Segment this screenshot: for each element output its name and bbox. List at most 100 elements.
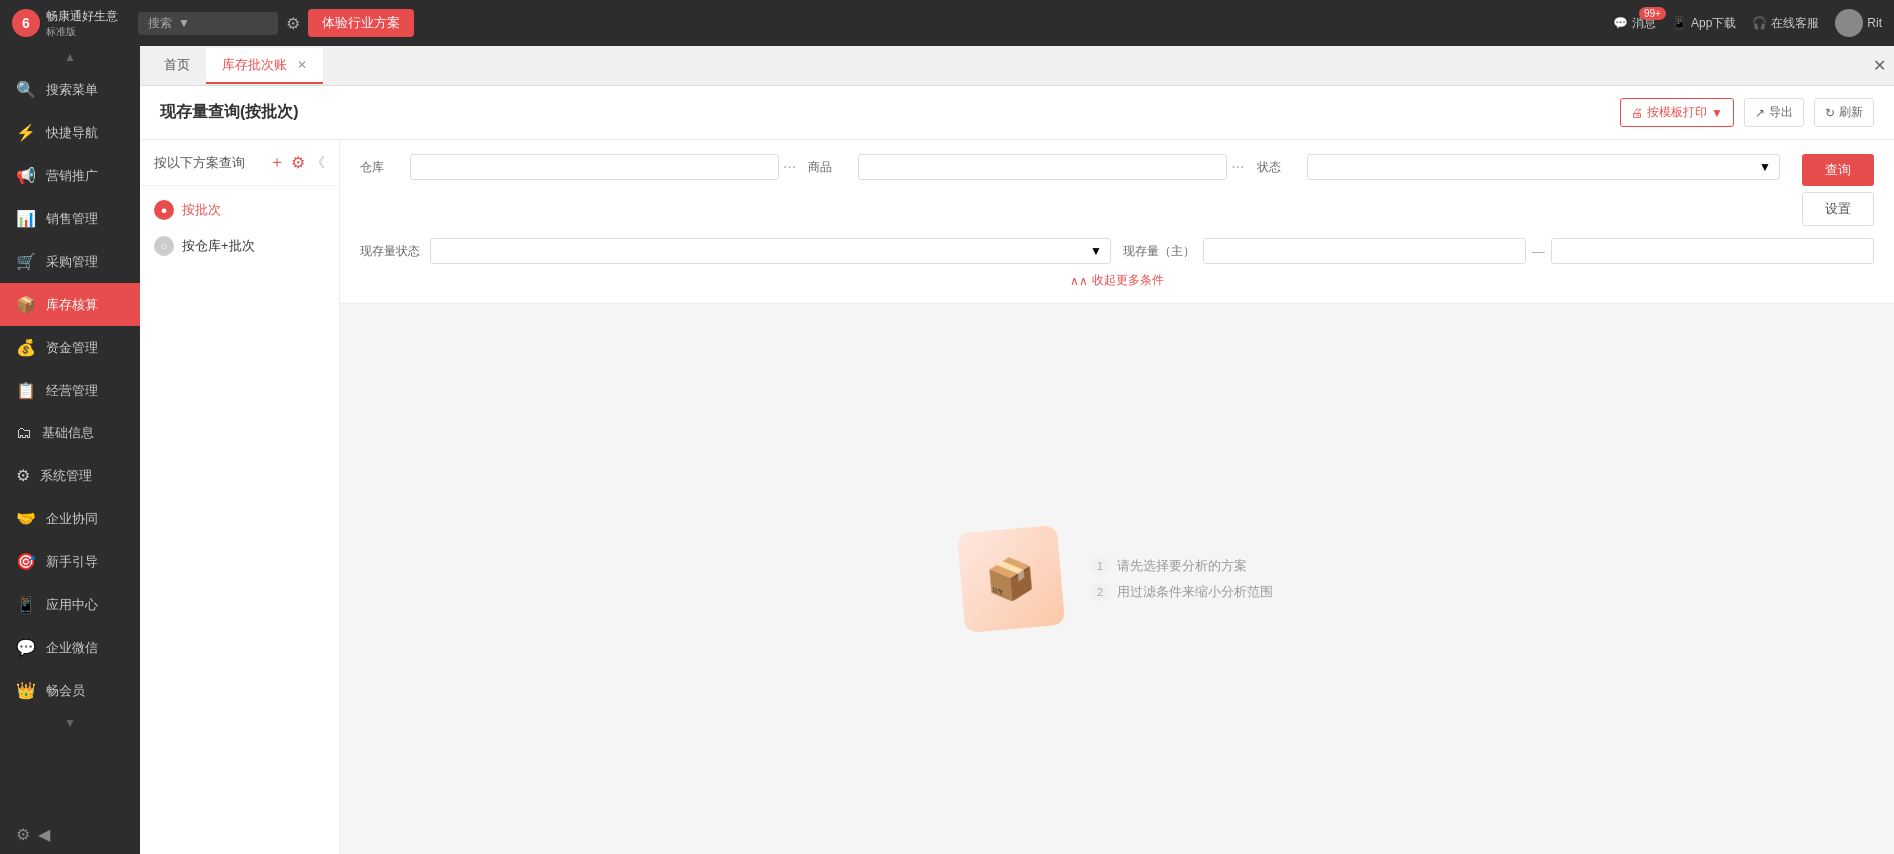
empty-illustration: 📦 <box>957 525 1065 633</box>
logo-area: 6 畅康通好生意 标准版 <box>12 8 118 39</box>
tab-home[interactable]: 首页 <box>148 48 206 84</box>
user-avatar <box>1835 9 1863 37</box>
sidebar-item-quick-nav[interactable]: ⚡ 快捷导航 <box>0 111 140 154</box>
username-label: Rit <box>1867 16 1882 30</box>
sidebar-item-newbie[interactable]: 🎯 新手引导 <box>0 540 140 583</box>
sidebar-item-system[interactable]: ⚙ 系统管理 <box>0 454 140 497</box>
status-select[interactable]: ▼ <box>1307 154 1781 180</box>
collapse-up-icon: ∧∧ <box>1070 274 1088 288</box>
quantity-max-input[interactable] <box>1551 238 1874 264</box>
collapse-filters-button[interactable]: ∧∧ 收起更多条件 <box>360 272 1874 289</box>
sidebar-item-purchase[interactable]: 🛒 采购管理 <box>0 240 140 283</box>
sales-icon: 📊 <box>16 209 36 228</box>
sidebar-item-marketing[interactable]: 📢 营销推广 <box>0 154 140 197</box>
sidebar-item-vip[interactable]: 👑 畅会员 <box>0 669 140 712</box>
warehouse-label: 仓库 <box>360 159 410 176</box>
refresh-button[interactable]: ↻ 刷新 <box>1814 98 1874 127</box>
header-right: 💬 消息 99+ 📱 App下载 🎧 在线客服 Rit <box>1613 9 1882 37</box>
filter-area: 仓库 ··· 商品 ··· 状态 <box>340 140 1894 304</box>
header-middle: 搜索 ▼ ⚙ 体验行业方案 <box>118 9 1613 37</box>
quantity-min-input[interactable] <box>1203 238 1526 264</box>
sidebar-item-label: 搜索菜单 <box>46 81 98 99</box>
warehouse-input[interactable] <box>410 154 779 180</box>
app-download-button[interactable]: 📱 App下载 <box>1672 15 1736 32</box>
app-center-icon: 📱 <box>16 595 36 614</box>
main-layout: ▲ 🔍 搜索菜单 ⚡ 快捷导航 📢 营销推广 📊 销售管理 🛒 采购管理 📦 库… <box>0 46 1894 854</box>
inventory-status-filter-group: 现存量状态 ▼ <box>360 238 1111 264</box>
message-icon: 💬 <box>1613 16 1628 30</box>
page-title: 现存量查询(按批次) <box>160 102 299 123</box>
page-actions: 🖨 按模板打印 ▼ ↗ 导出 ↻ 刷新 <box>1620 98 1874 127</box>
sidebar: ▲ 🔍 搜索菜单 ⚡ 快捷导航 📢 营销推广 📊 销售管理 🛒 采购管理 📦 库… <box>0 46 140 854</box>
product-more-icon[interactable]: ··· <box>1231 158 1244 176</box>
basics-icon: 🗂 <box>16 424 32 442</box>
header-search-bar[interactable]: 搜索 ▼ <box>138 12 278 35</box>
tab-bar-close-button[interactable]: ✕ <box>1873 56 1886 75</box>
finance-icon: 💰 <box>16 338 36 357</box>
sidebar-item-enterprise[interactable]: 🤝 企业协同 <box>0 497 140 540</box>
range-dash: — <box>1532 244 1545 259</box>
sidebar-item-finance[interactable]: 💰 资金管理 <box>0 326 140 369</box>
newbie-icon: 🎯 <box>16 552 36 571</box>
sidebar-scroll-up[interactable]: ▲ <box>0 46 140 68</box>
user-area[interactable]: Rit <box>1835 9 1882 37</box>
sidebar-item-enterprise-wechat[interactable]: 💬 企业微信 <box>0 626 140 669</box>
search-dropdown-arrow: ▼ <box>178 16 190 30</box>
empty-state: 📦 1 请先选择要分析的方案 2 用过滤条件来缩小分析范围 <box>340 304 1894 854</box>
warehouse-more-icon[interactable]: ··· <box>783 158 796 176</box>
refresh-icon: ↻ <box>1825 106 1835 120</box>
tab-inventory-batch[interactable]: 库存批次账 ✕ <box>206 48 323 84</box>
sidebar-item-search-menu[interactable]: 🔍 搜索菜单 <box>0 68 140 111</box>
collapse-panel-button[interactable]: 《 <box>311 154 325 172</box>
export-button[interactable]: ↗ 导出 <box>1744 98 1804 127</box>
sidebar-item-label: 资金管理 <box>46 339 98 357</box>
sidebar-item-label: 企业微信 <box>46 639 98 657</box>
empty-tip-2: 2 用过滤条件来缩小分析范围 <box>1091 583 1273 601</box>
sidebar-item-inventory[interactable]: 📦 库存核算 <box>0 283 140 326</box>
export-icon: ↗ <box>1755 106 1765 120</box>
collapse-filters-label: 收起更多条件 <box>1092 272 1164 289</box>
tab-bar: 首页 库存批次账 ✕ ✕ <box>140 46 1894 86</box>
sidebar-collapse-button[interactable]: ◀ <box>38 825 50 844</box>
sidebar-item-label: 快捷导航 <box>46 124 98 142</box>
vip-icon: 👑 <box>16 681 36 700</box>
plan-settings-button[interactable]: ⚙ <box>291 153 305 172</box>
plan-item-by-batch[interactable]: ● 按批次 <box>140 192 339 228</box>
sidebar-item-basics[interactable]: 🗂 基础信息 <box>0 412 140 454</box>
operations-icon: 📋 <box>16 381 36 400</box>
sidebar-scroll-down[interactable]: ▼ <box>0 712 140 734</box>
search-label: 搜索 <box>148 15 172 32</box>
product-filter-group: 商品 ··· <box>808 154 1244 180</box>
top-header: 6 畅康通好生意 标准版 搜索 ▼ ⚙ 体验行业方案 💬 消息 99+ 📱 Ap… <box>0 0 1894 46</box>
messages-button[interactable]: 💬 消息 99+ <box>1613 15 1656 32</box>
try-industry-button[interactable]: 体验行业方案 <box>308 9 414 37</box>
query-button[interactable]: 查询 <box>1802 154 1874 186</box>
plan-item-by-warehouse-batch[interactable]: ○ 按仓库+批次 <box>140 228 339 264</box>
print-button[interactable]: 🖨 按模板打印 ▼ <box>1620 98 1734 127</box>
tab-close-icon[interactable]: ✕ <box>297 58 307 72</box>
sidebar-item-label: 企业协同 <box>46 510 98 528</box>
quantity-label: 现存量（主） <box>1123 243 1203 260</box>
sidebar-settings-button[interactable]: ⚙ <box>16 825 30 844</box>
product-input[interactable] <box>858 154 1227 180</box>
plan-icon-active: ● <box>154 200 174 220</box>
status-filter-group: 状态 ▼ <box>1257 154 1781 180</box>
sidebar-item-operations[interactable]: 📋 经营管理 <box>0 369 140 412</box>
online-service-button[interactable]: 🎧 在线客服 <box>1752 15 1819 32</box>
sidebar-item-app-center[interactable]: 📱 应用中心 <box>0 583 140 626</box>
sidebar-item-sales[interactable]: 📊 销售管理 <box>0 197 140 240</box>
sidebar-bottom: ⚙ ◀ <box>0 815 140 854</box>
sidebar-item-label: 经营管理 <box>46 382 98 400</box>
print-icon: 🖨 <box>1631 106 1643 120</box>
tip-num-1: 1 <box>1091 557 1109 575</box>
plan-icon-inactive: ○ <box>154 236 174 256</box>
left-panel-actions: ＋ ⚙ 《 <box>269 152 325 173</box>
empty-tip-1: 1 请先选择要分析的方案 <box>1091 557 1273 575</box>
header-gear-button[interactable]: ⚙ <box>286 14 300 33</box>
settings-button[interactable]: 设置 <box>1802 192 1874 226</box>
inventory-icon: 📦 <box>16 295 36 314</box>
add-plan-button[interactable]: ＋ <box>269 152 285 173</box>
inventory-status-select[interactable]: ▼ <box>430 238 1111 264</box>
sidebar-item-label: 基础信息 <box>42 424 94 442</box>
company-name: 畅康通好生意 <box>46 8 118 25</box>
